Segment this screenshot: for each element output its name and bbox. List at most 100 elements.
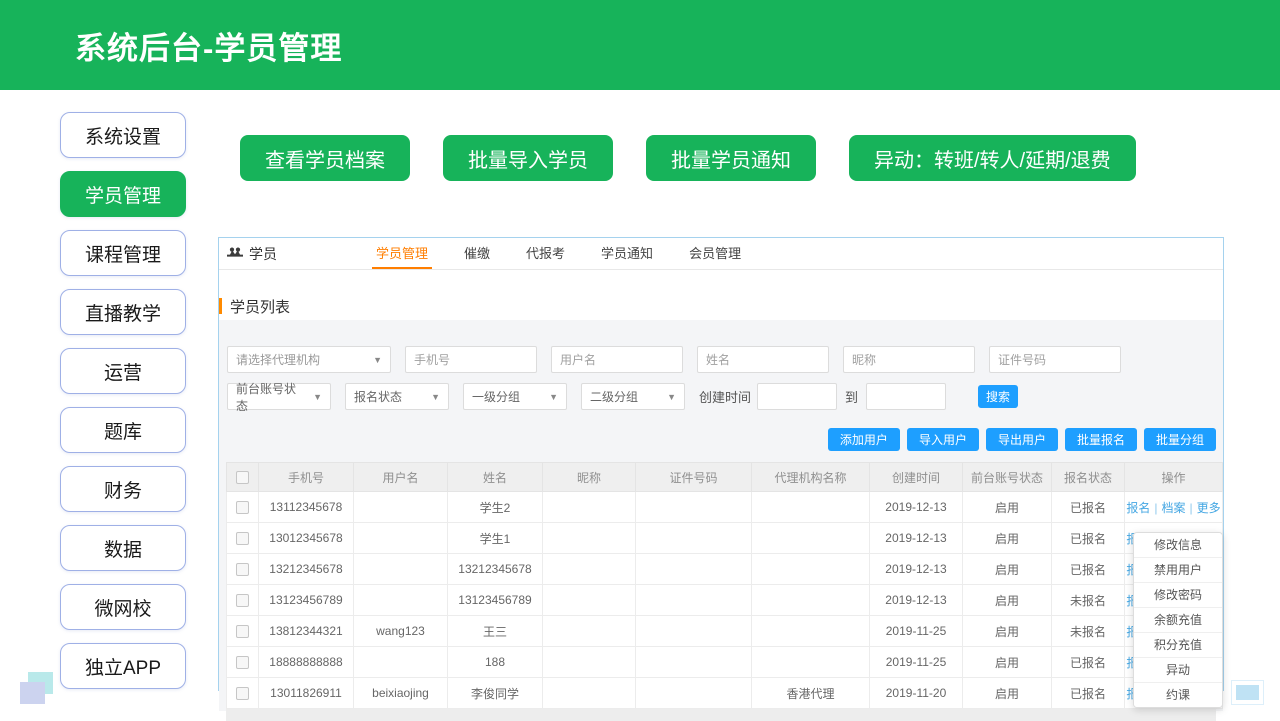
sidebar-item[interactable]: 微网校 xyxy=(60,584,186,630)
signup-status-select[interactable]: 报名状态▼ xyxy=(345,383,449,410)
sidebar-item[interactable]: 题库 xyxy=(60,407,186,453)
chevron-down-icon: ▼ xyxy=(549,392,558,402)
sidebar-item[interactable]: 财务 xyxy=(60,466,186,512)
cell xyxy=(636,492,752,523)
import-user-button[interactable]: 导入用户 xyxy=(907,428,979,451)
sidebar-item[interactable]: 数据 xyxy=(60,525,186,571)
cell: 13112345678 xyxy=(259,492,354,523)
cell: 启用 xyxy=(963,492,1052,523)
tab-会员管理[interactable]: 会员管理 xyxy=(685,238,745,269)
cell xyxy=(354,585,448,616)
created-start-input[interactable] xyxy=(757,383,837,410)
row-checkbox-cell xyxy=(227,523,259,554)
menu-item-余额充值[interactable]: 余额充值 xyxy=(1134,608,1222,633)
table-header: 手机号用户名姓名昵称证件号码代理机构名称创建时间前台账号状态报名状态操作 xyxy=(227,463,1223,492)
group-level2-select[interactable]: 二级分组▼ xyxy=(581,383,685,410)
panel-tab-bar: 学员 学员管理催缴代报考学员通知会员管理 xyxy=(219,238,1223,270)
cell xyxy=(636,554,752,585)
cell xyxy=(636,647,752,678)
cell: 13123456789 xyxy=(259,585,354,616)
created-time-label: 创建时间 xyxy=(699,387,751,406)
account-status-select[interactable]: 前台账号状态▼ xyxy=(227,383,331,410)
add-user-button[interactable]: 添加用户 xyxy=(828,428,900,451)
chevron-down-icon: ▼ xyxy=(431,392,440,402)
cell: 已报名 xyxy=(1052,492,1125,523)
tab-学员通知[interactable]: 学员通知 xyxy=(597,238,657,269)
filters: 请选择代理机构▼ 前台账号状态▼报名状态▼一级分组▼二级分组▼创建时间到搜索 xyxy=(219,320,1223,410)
username-input[interactable] xyxy=(551,346,683,373)
op-link-报名[interactable]: 报名 xyxy=(1126,501,1150,515)
cell xyxy=(354,492,448,523)
cell: 启用 xyxy=(963,523,1052,554)
cell: 学生1 xyxy=(448,523,543,554)
cell: 启用 xyxy=(963,647,1052,678)
id-number-input[interactable] xyxy=(989,346,1121,373)
filter-row-2: 前台账号状态▼报名状态▼一级分组▼二级分组▼创建时间到搜索 xyxy=(227,383,1223,410)
batch-import-students-button[interactable]: 批量导入学员 xyxy=(443,135,613,181)
menu-item-约课[interactable]: 约课 xyxy=(1134,683,1222,707)
cell: 13012345678 xyxy=(259,523,354,554)
tab-代报考[interactable]: 代报考 xyxy=(522,238,569,269)
menu-item-修改信息[interactable]: 修改信息 xyxy=(1134,533,1222,558)
op-link-更多[interactable]: 更多 xyxy=(1197,501,1221,515)
cell: 启用 xyxy=(963,554,1052,585)
op-link-档案[interactable]: 档案 xyxy=(1161,501,1185,515)
change-transfer-button[interactable]: 异动：转班/转人/延期/退费 xyxy=(849,135,1136,181)
cell: 13812344321 xyxy=(259,616,354,647)
menu-item-异动[interactable]: 异动 xyxy=(1134,658,1222,683)
batch-signup-button[interactable]: 批量报名 xyxy=(1065,428,1137,451)
sidebar-item[interactable]: 直播教学 xyxy=(60,289,186,335)
cell xyxy=(543,492,636,523)
sidebar-item[interactable]: 系统设置 xyxy=(60,112,186,158)
cell xyxy=(543,523,636,554)
decoration-square-right xyxy=(1231,680,1264,705)
column-header: 手机号 xyxy=(259,463,354,492)
cell xyxy=(543,585,636,616)
group-level1-select-value: 一级分组 xyxy=(472,388,520,405)
row-checkbox[interactable] xyxy=(236,501,249,514)
sidebar-item[interactable]: 课程管理 xyxy=(60,230,186,276)
ops-cell: 报名|档案|更多 xyxy=(1125,492,1223,523)
row-checkbox-cell xyxy=(227,554,259,585)
menu-item-积分充值[interactable]: 积分充值 xyxy=(1134,633,1222,658)
view-student-files-button[interactable]: 查看学员档案 xyxy=(240,135,410,181)
created-end-input[interactable] xyxy=(866,383,946,410)
tab-学员管理[interactable]: 学员管理 xyxy=(372,238,432,269)
row-checkbox[interactable] xyxy=(236,532,249,545)
cell: wang123 xyxy=(354,616,448,647)
cell xyxy=(543,678,636,709)
table-row: 13112345678学生22019-12-13启用已报名报名|档案|更多 xyxy=(227,492,1223,523)
tab-催缴[interactable]: 催缴 xyxy=(460,238,494,269)
menu-item-禁用用户[interactable]: 禁用用户 xyxy=(1134,558,1222,583)
menu-item-修改密码[interactable]: 修改密码 xyxy=(1134,583,1222,608)
export-user-button[interactable]: 导出用户 xyxy=(986,428,1058,451)
batch-student-notice-button[interactable]: 批量学员通知 xyxy=(646,135,816,181)
cell: 已报名 xyxy=(1052,554,1125,585)
select-all-checkbox[interactable] xyxy=(236,471,249,484)
cell xyxy=(543,647,636,678)
search-button[interactable]: 搜索 xyxy=(978,385,1018,408)
row-checkbox[interactable] xyxy=(236,656,249,669)
table-actions: 添加用户导入用户导出用户批量报名批量分组 xyxy=(219,420,1223,462)
agency-select[interactable]: 请选择代理机构▼ xyxy=(227,346,391,373)
cell xyxy=(354,647,448,678)
sidebar-item-active[interactable]: 学员管理 xyxy=(60,171,186,217)
cell xyxy=(636,616,752,647)
sidebar-item[interactable]: 运营 xyxy=(60,348,186,394)
cell xyxy=(354,523,448,554)
sidebar-item[interactable]: 独立APP xyxy=(60,643,186,689)
table-row: 188888888881882019-11-25启用已报名报名|档案|更多 xyxy=(227,647,1223,678)
column-header: 前台账号状态 xyxy=(963,463,1052,492)
name-input[interactable] xyxy=(697,346,829,373)
cell xyxy=(752,647,870,678)
row-checkbox[interactable] xyxy=(236,563,249,576)
nickname-input[interactable] xyxy=(843,346,975,373)
table-row: 13011826911beixiaojing李俊同学香港代理2019-11-20… xyxy=(227,678,1223,709)
row-checkbox[interactable] xyxy=(236,687,249,700)
row-checkbox[interactable] xyxy=(236,625,249,638)
row-checkbox[interactable] xyxy=(236,594,249,607)
group-level1-select[interactable]: 一级分组 ▼ xyxy=(463,383,567,410)
phone-input[interactable] xyxy=(405,346,537,373)
batch-group-button[interactable]: 批量分组 xyxy=(1144,428,1216,451)
cell: 2019-12-13 xyxy=(870,554,963,585)
